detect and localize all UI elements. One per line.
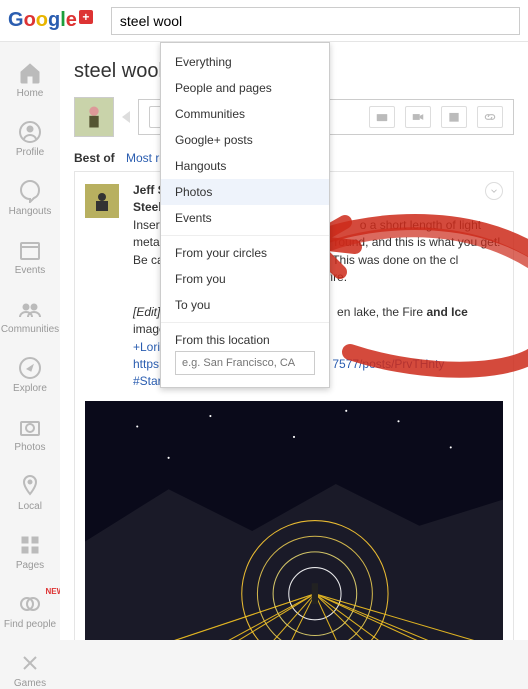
google-plus-logo: Google+	[8, 9, 93, 32]
header: Google+	[0, 0, 528, 42]
dd-hangouts[interactable]: Hangouts	[161, 153, 329, 179]
sidebar-item-hangouts[interactable]: Hangouts	[9, 178, 52, 217]
content-area: steel wool Join Best of Most recent	[60, 42, 528, 640]
sidebar-item-home[interactable]: Home	[17, 60, 44, 99]
sidebar-item-findpeople[interactable]: NEW Find people	[4, 591, 56, 630]
dd-everything[interactable]: Everything	[161, 49, 329, 75]
circles-icon	[17, 591, 43, 617]
post-image[interactable]	[85, 401, 503, 640]
event-icon[interactable]	[441, 106, 467, 128]
photo-icon[interactable]	[369, 106, 395, 128]
sidebar-item-explore[interactable]: Explore	[13, 355, 47, 394]
dd-fromyou[interactable]: From you	[161, 266, 329, 292]
compass-icon	[17, 355, 43, 381]
post-title: Steel	[133, 200, 162, 214]
user-avatar[interactable]	[74, 97, 114, 137]
sidebar-item-pages[interactable]: Pages	[16, 532, 44, 571]
link-icon[interactable]	[477, 106, 503, 128]
nav-sidebar: Home Profile Hangouts Events Communities…	[0, 42, 60, 640]
search-input[interactable]	[111, 7, 520, 35]
post-mention[interactable]: +Lori	[133, 340, 160, 354]
sidebar-item-communities[interactable]: Communities	[1, 296, 59, 335]
dd-photos[interactable]: Photos	[161, 179, 329, 205]
tab-bestof[interactable]: Best of	[74, 151, 115, 165]
post-menu-button[interactable]	[485, 182, 503, 200]
pin-icon	[17, 473, 43, 499]
location-input[interactable]	[175, 351, 315, 375]
sidebar-item-local[interactable]: Local	[17, 473, 43, 512]
video-icon[interactable]	[405, 106, 431, 128]
dd-people[interactable]: People and pages	[161, 75, 329, 101]
calendar-icon	[17, 237, 43, 263]
dd-posts[interactable]: Google+ posts	[161, 127, 329, 153]
sidebar-item-games[interactable]: Games	[14, 650, 46, 689]
dd-communities[interactable]: Communities	[161, 101, 329, 127]
dd-toyou[interactable]: To you	[161, 292, 329, 318]
post-author-avatar[interactable]	[85, 184, 119, 218]
sidebar-item-events[interactable]: Events	[15, 237, 46, 276]
post-hashtag[interactable]: #Star	[133, 374, 162, 388]
camera-icon	[17, 414, 43, 440]
sidebar-item-profile[interactable]: Profile	[16, 119, 44, 158]
profile-icon	[17, 119, 43, 145]
hangouts-icon	[17, 178, 43, 204]
home-icon	[17, 60, 43, 86]
search-filter-dropdown: Everything People and pages Communities …	[160, 42, 330, 388]
bubble-caret	[122, 111, 130, 123]
dd-location: From this location	[161, 327, 329, 381]
dd-fromcircles[interactable]: From your circles	[161, 240, 329, 266]
grid-icon	[17, 532, 43, 558]
sidebar-item-photos[interactable]: Photos	[14, 414, 45, 453]
communities-icon	[17, 296, 43, 322]
games-icon	[17, 650, 43, 676]
search-box	[111, 7, 520, 35]
dd-events[interactable]: Events	[161, 205, 329, 231]
